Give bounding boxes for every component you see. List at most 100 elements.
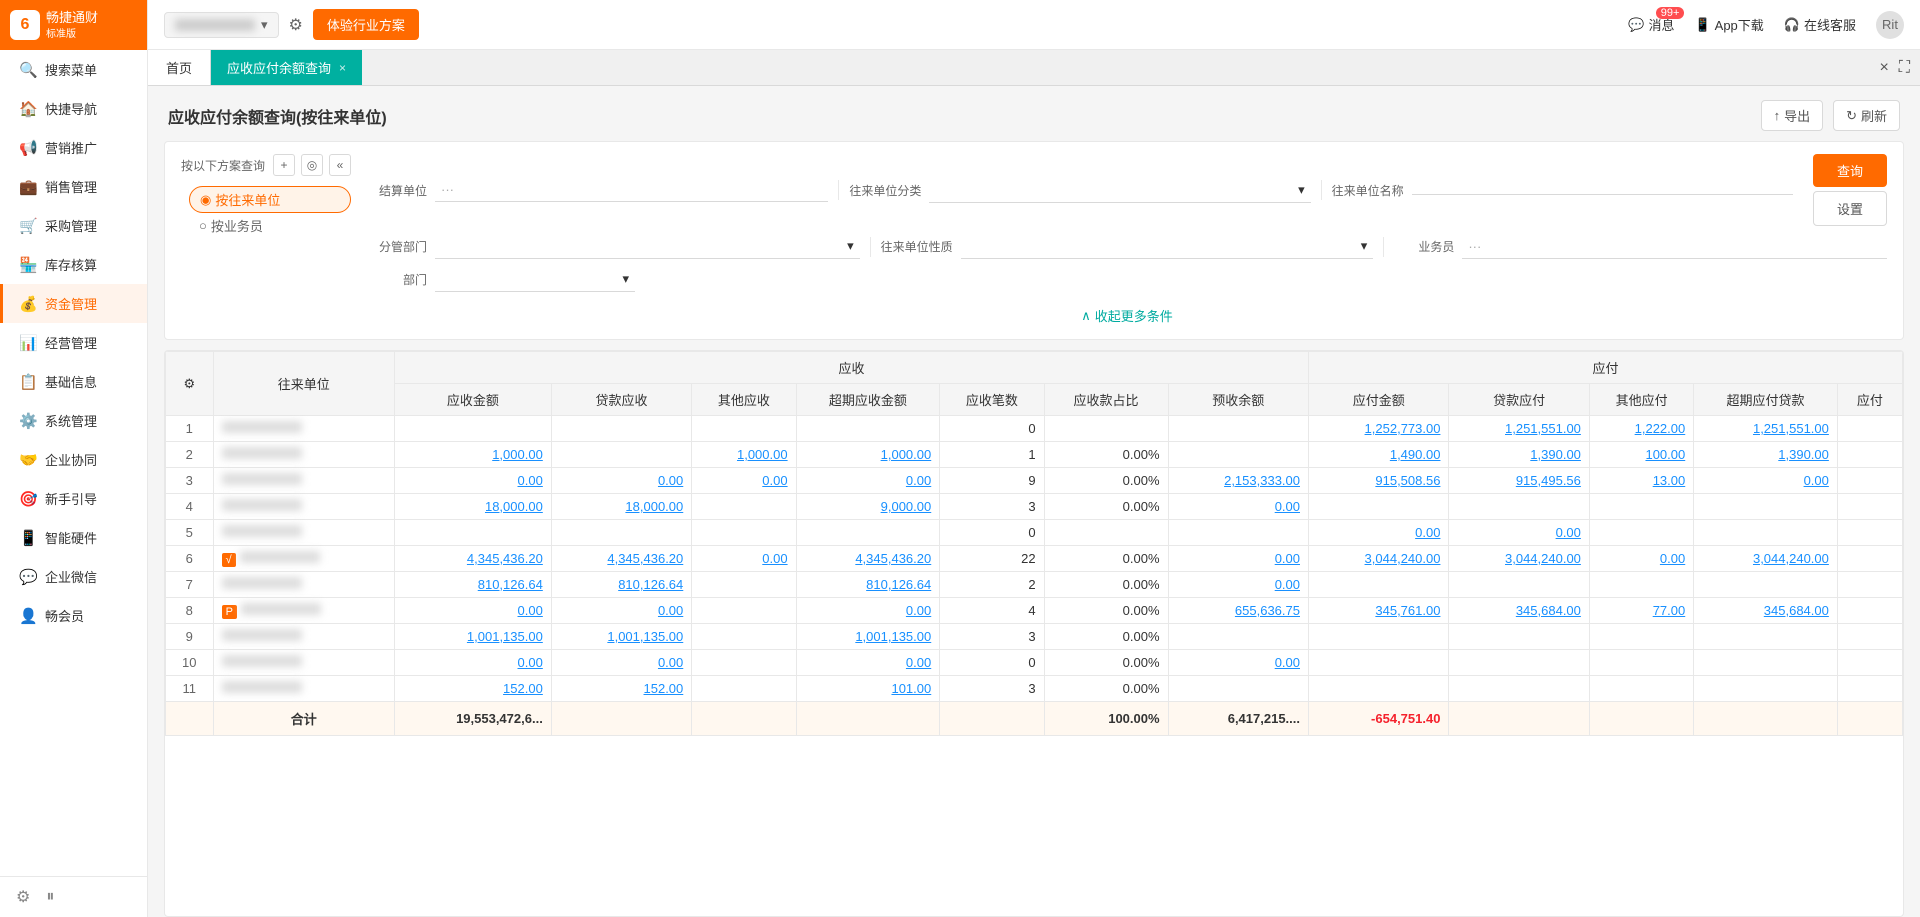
sidebar-item-system[interactable]: ⚙️ 系统管理 [0,401,147,440]
sidebar-item-search[interactable]: 🔍 搜索菜单 [0,50,147,89]
sidebar-item-label: 智能硬件 [45,528,97,547]
sidebar-item-label: 经营管理 [45,333,97,352]
col-no: ⚙ [166,352,214,416]
window-expand-icon[interactable]: ⛶ [1899,59,1910,77]
sidebar-item-sales[interactable]: 💼 销售管理 [0,167,147,206]
table-row: 6√4,345,436.204,345,436.200.004,345,436.… [166,546,1903,572]
col-recv-ratio-header: 应收款占比 [1044,384,1168,416]
app-icon: 📱 [1694,17,1710,33]
sidebar-item-label: 新手引导 [45,489,97,508]
sidebar-item-inventory[interactable]: 🏪 库存核算 [0,245,147,284]
col-recv-other-header: 其他应收 [692,384,796,416]
promo-button[interactable]: 体验行业方案 [313,9,419,40]
row-number: 7 [166,572,214,598]
sidebar-item-wechat[interactable]: 💬 企业微信 [0,557,147,596]
tabbar: 首页 应收应付余额查询 × × ⛶ [148,50,1920,86]
field-dept-input[interactable]: ▾ [435,234,860,259]
add-scheme-icon[interactable]: + [273,154,295,176]
collapse-scheme-icon[interactable]: « [329,154,351,176]
table-row: 418,000.0018,000.009,000.0030.00%0.00 [166,494,1903,520]
field-settlement-label: 结算单位 [367,182,427,199]
field-sales-input[interactable]: ··· [1462,235,1887,259]
table-row: 500.000.00 [166,520,1903,546]
partner-cell [213,572,394,598]
field-nature-input[interactable]: ▾ [961,234,1374,259]
field-partner-name: 往来单位名称 [1332,182,1793,199]
field-dept: 分管部门 ▾ [367,234,860,259]
col-pay-amount-header: 应付金额 [1309,384,1449,416]
col-pay-extra-header: 应付 [1837,384,1902,416]
service-item[interactable]: 🎧 在线客服 [1784,15,1856,34]
field-partner-type-input[interactable]: ▾ [929,178,1310,203]
filter-row-2: 分管部门 ▾ 往来单位性质 ▾ [367,234,1887,259]
topbar-right: 💬 消息 99+ 📱 App下载 🎧 在线客服 Rit [1628,11,1904,39]
sidebar-item-label: 销售管理 [45,177,97,196]
sidebar-item-basic[interactable]: 📋 基础信息 [0,362,147,401]
sidebar-item-label: 基础信息 [45,372,97,391]
col-recv-overdue-header: 超期应收金额 [796,384,940,416]
sidebar-item-member[interactable]: 👤 畅会员 [0,596,147,635]
edit-scheme-icon[interactable]: ◎ [301,154,323,176]
ops-icon: 📊 [19,334,37,352]
row-number: 10 [166,650,214,676]
tab-active[interactable]: 应收应付余额查询 × [211,50,362,85]
table-settings-icon[interactable]: ⚙ [183,376,195,391]
row-number: 4 [166,494,214,520]
chevron-down-icon: ▾ [261,17,268,33]
sidebar-item-label: 畅会员 [45,606,84,625]
sidebar-item-finance[interactable]: 💰 资金管理 [0,284,147,323]
search-icon: 🔍 [19,61,37,79]
export-icon: ↑ [1774,108,1781,123]
scheme-partner[interactable]: ◉ 按往来单位 [189,186,351,213]
filter-schemes: 按以下方案查询 + ◎ « [181,154,351,176]
sidebar-item-nav[interactable]: 🏠 快捷导航 [0,89,147,128]
company-selector[interactable]: ▾ [164,12,279,38]
field-settlement: 结算单位 ··· [367,178,828,202]
export-button[interactable]: ↑ 导出 [1761,100,1824,131]
query-button[interactable]: 查询 [1813,154,1887,187]
sidebar-item-coop[interactable]: 🤝 企业协同 [0,440,147,479]
setting-button[interactable]: 设置 [1813,191,1887,226]
content: 应收应付余额查询(按往来单位) ↑ 导出 ↻ 刷新 按以下方案查询 [148,86,1920,917]
service-icon: 🎧 [1784,17,1800,33]
sidebar-item-ops[interactable]: 📊 经营管理 [0,323,147,362]
scheme-partner-icon: ◉ [200,192,211,208]
tab-close-icon[interactable]: × [339,61,346,75]
marketing-icon: 📢 [19,139,37,157]
sidebar-item-label: 营销推广 [45,138,97,157]
logo-name: 畅捷通财 [46,10,98,26]
partner-cell [213,676,394,702]
table-row: 11152.00152.00101.0030.00% [166,676,1903,702]
gear-icon[interactable]: ⚙ [289,15,303,35]
filter-more-button[interactable]: ∧ 收起更多条件 [367,300,1887,327]
table-row: 30.000.000.000.0090.00%2,153,333.00915,5… [166,468,1903,494]
window-close-icon[interactable]: × [1879,59,1888,77]
field-department: 部门 ▾ [367,267,1887,292]
scheme-icons: + ◎ « [273,154,351,176]
user-item[interactable]: Rit [1876,11,1904,39]
user-name: Rit [1882,17,1898,32]
sidebar-item-hardware[interactable]: 📱 智能硬件 [0,518,147,557]
table-row: 91,001,135.001,001,135.001,001,135.0030.… [166,624,1903,650]
sidebar-item-guide[interactable]: 🎯 新手引导 [0,479,147,518]
app-item[interactable]: 📱 App下载 [1694,15,1763,34]
topbar: ▾ ⚙ 体验行业方案 💬 消息 99+ 📱 App下载 🎧 在线客服 Rit [148,0,1920,50]
tab-active-label: 应收应付余额查询 [227,58,331,77]
system-icon: ⚙️ [19,412,37,430]
sidebar-item-purchase[interactable]: 🛒 采购管理 [0,206,147,245]
field-department-input[interactable]: ▾ [435,267,635,292]
avatar: Rit [1876,11,1904,39]
row-number: 6 [166,546,214,572]
field-partner-name-input[interactable] [1412,186,1793,195]
refresh-button[interactable]: ↻ 刷新 [1833,100,1900,131]
col-pay-overdue-header: 超期应付贷款 [1694,384,1838,416]
partner-cell [213,416,394,442]
field-settlement-input[interactable]: ··· [435,178,828,202]
scheme-employee[interactable]: ○ 按业务员 [189,213,351,238]
collapse-icon[interactable]: ⏸ [46,888,54,906]
settings-bottom-icon[interactable]: ⚙ [16,887,30,907]
field-department-label: 部门 [367,271,427,288]
message-item[interactable]: 💬 消息 99+ [1628,15,1674,34]
sidebar-item-marketing[interactable]: 📢 营销推广 [0,128,147,167]
tab-home[interactable]: 首页 [148,50,211,85]
